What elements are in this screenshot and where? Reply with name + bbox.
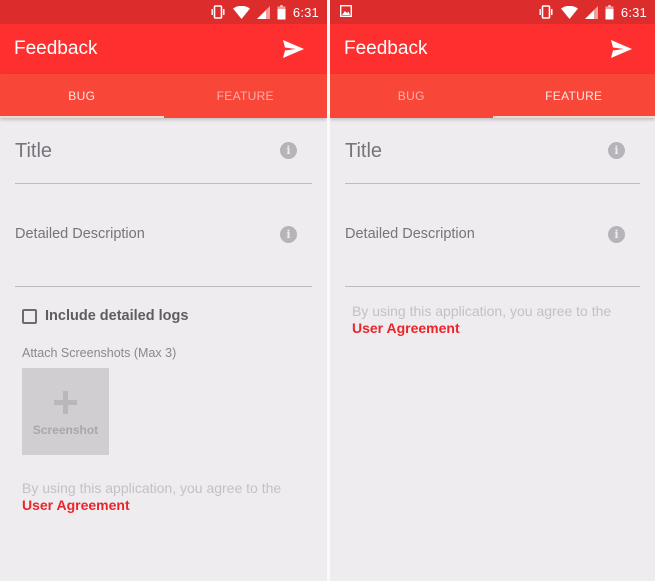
agreement-text: By using this application, you agree to … — [352, 303, 612, 319]
tab-feature[interactable]: FEATURE — [164, 74, 328, 118]
status-bar: 6:31 — [0, 0, 327, 24]
feature-feedback-screen: 6:31 Feedback BUG FEATURE Title i Detail… — [330, 0, 655, 581]
info-icon[interactable]: i — [608, 226, 625, 243]
clock: 6:31 — [292, 4, 319, 20]
description-placeholder: Detailed Description — [345, 226, 475, 242]
battery-icon — [605, 4, 614, 19]
image-icon — [340, 5, 352, 17]
description-input[interactable]: Detailed Description i — [15, 184, 312, 287]
info-icon[interactable]: i — [608, 142, 625, 159]
title-input[interactable]: Title i — [15, 118, 312, 184]
description-placeholder: Detailed Description — [15, 226, 145, 242]
feedback-form: Title i Detailed Description i Include d… — [0, 118, 327, 514]
battery-icon — [277, 4, 286, 19]
tab-bar: BUG FEATURE — [0, 74, 327, 118]
signal-icon — [256, 5, 270, 19]
feedback-form: Title i Detailed Description i By using … — [330, 118, 655, 337]
signal-icon — [584, 5, 598, 19]
tab-bar: BUG FEATURE — [330, 74, 655, 118]
vibrate-icon — [211, 5, 225, 19]
app-bar: Feedback — [330, 24, 655, 74]
vibrate-icon — [539, 5, 553, 19]
user-agreement-link[interactable]: User Agreement — [352, 320, 640, 337]
status-icons: 6:31 — [538, 3, 647, 21]
app-bar: Feedback — [0, 24, 327, 74]
tab-feature[interactable]: FEATURE — [492, 74, 655, 118]
title-placeholder: Title — [345, 140, 383, 162]
wifi-icon — [232, 5, 250, 19]
attach-screenshots-label: Attach Screenshots (Max 3) — [22, 346, 177, 360]
checkbox-icon[interactable] — [22, 308, 37, 324]
status-bar: 6:31 — [330, 0, 655, 24]
send-icon[interactable] — [609, 39, 633, 59]
include-logs-label: Include detailed logs — [45, 308, 189, 324]
description-input[interactable]: Detailed Description i — [345, 184, 640, 287]
include-logs-checkbox[interactable]: Include detailed logs — [22, 308, 312, 324]
user-agreement-link[interactable]: User Agreement — [22, 497, 312, 514]
screenshot-tile-label: Screenshot — [32, 423, 99, 437]
add-screenshot-button[interactable]: Screenshot — [22, 368, 109, 455]
bug-feedback-screen: 6:31 Feedback BUG FEATURE Title i Detail… — [0, 0, 327, 581]
plus-icon — [54, 391, 77, 414]
tab-bug[interactable]: BUG — [330, 74, 493, 118]
title-input[interactable]: Title i — [345, 118, 640, 184]
app-title: Feedback — [344, 38, 428, 59]
agreement-text: By using this application, you agree to … — [22, 480, 282, 496]
agreement-notice: By using this application, you agree to … — [352, 303, 640, 337]
tab-bug[interactable]: BUG — [0, 74, 164, 118]
agreement-notice: By using this application, you agree to … — [22, 480, 312, 514]
title-placeholder: Title — [15, 140, 53, 162]
wifi-icon — [560, 5, 578, 19]
info-icon[interactable]: i — [280, 142, 297, 159]
clock: 6:31 — [620, 4, 647, 20]
app-title: Feedback — [14, 38, 98, 59]
send-icon[interactable] — [281, 39, 305, 59]
status-icons: 6:31 — [210, 3, 319, 21]
info-icon[interactable]: i — [280, 226, 297, 243]
